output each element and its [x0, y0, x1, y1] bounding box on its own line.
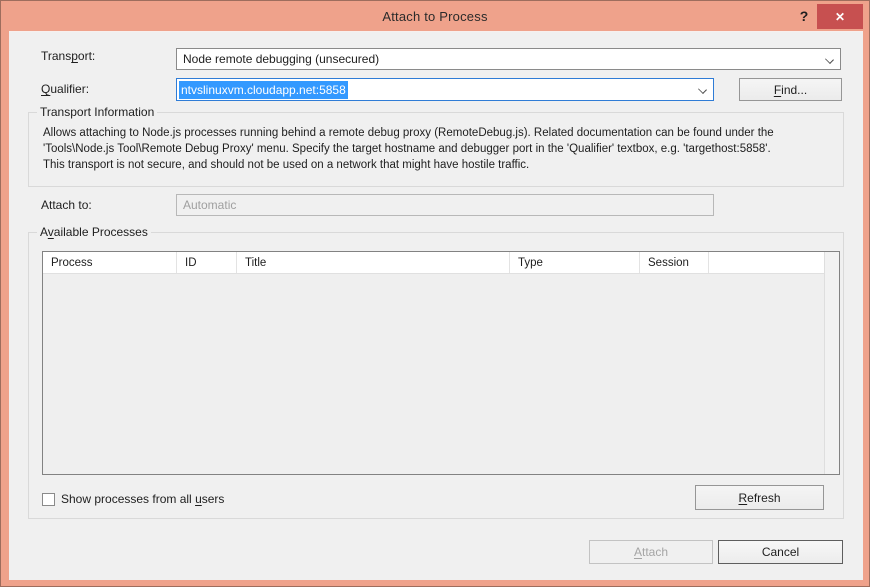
show-all-users-checkbox[interactable] [42, 492, 55, 506]
column-header-blank [709, 252, 824, 273]
vertical-scrollbar[interactable] [824, 252, 839, 474]
column-header-process[interactable]: Process [43, 252, 177, 273]
refresh-button[interactable]: Refresh [695, 485, 824, 510]
transport-info-line: Allows attaching to Node.js processes ru… [43, 127, 774, 139]
transport-label: Transport: [41, 49, 96, 63]
column-header-title[interactable]: Title [237, 252, 510, 273]
chevron-down-icon [825, 55, 834, 64]
attach-to-field: Automatic [176, 194, 714, 216]
column-header-id[interactable]: ID [177, 252, 237, 273]
transport-information-group: Transport Information Allows attaching t… [28, 105, 844, 187]
process-list-body[interactable] [43, 274, 824, 474]
transport-selected-value: Node remote debugging (unsecured) [183, 52, 380, 66]
find-button[interactable]: Find... [739, 78, 842, 101]
cancel-button[interactable]: Cancel [718, 540, 843, 564]
process-list[interactable]: Process ID Title Type Session [42, 251, 840, 475]
transport-information-title: Transport Information [37, 105, 158, 119]
process-list-header: Process ID Title Type Session [43, 252, 824, 274]
close-icon[interactable]: ✕ [817, 4, 863, 29]
transport-info-line: This transport is not secure, and should… [43, 159, 530, 171]
qualifier-selected-text: ntvslinuxvm.cloudapp.net:5858 [179, 80, 348, 99]
available-processes-group: Available Processes Process ID Title Typ… [28, 225, 844, 519]
column-header-type[interactable]: Type [510, 252, 640, 273]
attach-to-process-dialog: Attach to Process ? ✕ Transport: Node re… [0, 0, 870, 587]
titlebar[interactable]: Attach to Process ? ✕ [1, 1, 869, 31]
attach-to-value: Automatic [183, 198, 237, 212]
attach-to-label: Attach to: [41, 198, 92, 212]
dialog-title: Attach to Process [382, 8, 488, 24]
column-header-session[interactable]: Session [640, 252, 709, 273]
transport-info-line: 'Tools\Node.js Tool\Remote Debug Proxy' … [43, 143, 771, 155]
transport-information-text: Allows attaching to Node.js processes ru… [43, 125, 833, 173]
show-all-users-label: Show processes from all users [61, 492, 225, 506]
qualifier-label: Qualifier: [41, 82, 90, 96]
show-all-users-row: Show processes from all users [42, 491, 224, 507]
chevron-down-icon [698, 85, 707, 94]
process-list-main: Process ID Title Type Session [43, 252, 824, 474]
attach-button[interactable]: Attach [589, 540, 713, 564]
qualifier-input[interactable]: ntvslinuxvm.cloudapp.net:5858 [176, 78, 714, 101]
transport-select[interactable]: Node remote debugging (unsecured) [176, 48, 841, 70]
help-icon[interactable]: ? [791, 1, 817, 31]
available-processes-title: Available Processes [37, 225, 151, 239]
dialog-content: Transport: Node remote debugging (unsecu… [9, 31, 863, 580]
